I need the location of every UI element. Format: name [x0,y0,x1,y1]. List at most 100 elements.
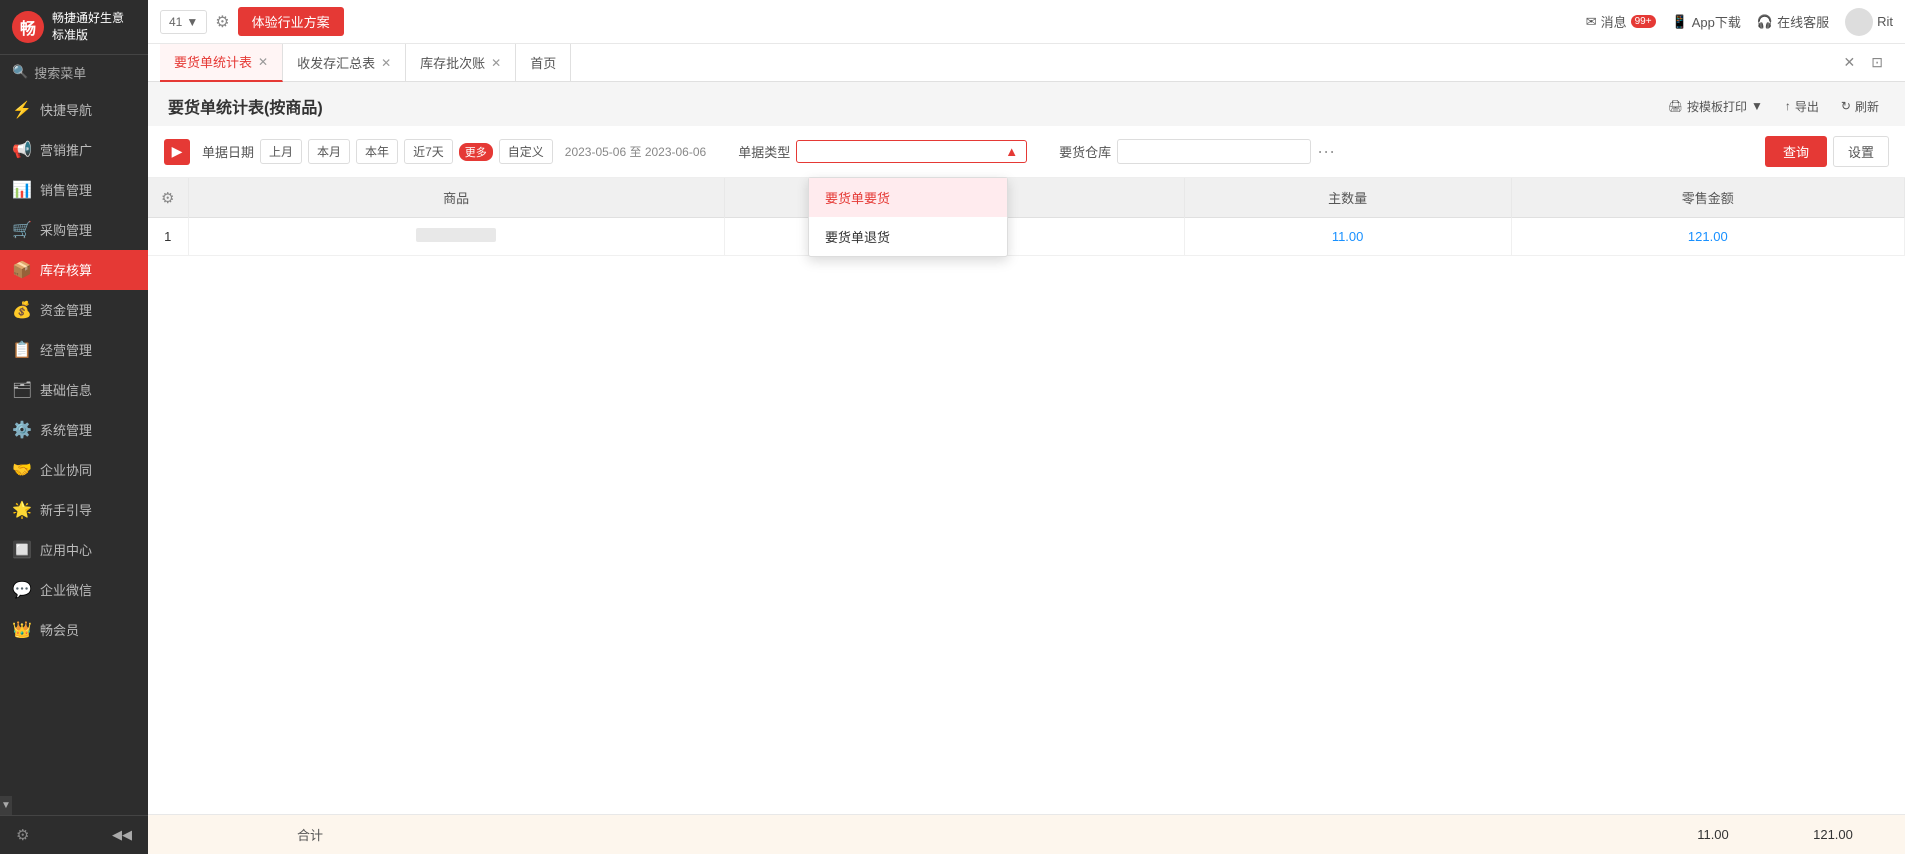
date-this-year-btn[interactable]: 本年 [356,139,398,164]
purchase-icon: 🛒 [12,220,32,240]
sidebar-item-operations[interactable]: 📋 经营管理 [0,330,148,370]
vip-icon: 👑 [12,620,32,640]
table-body: 1 块 11.00 121.00 [148,218,1905,256]
tab-home[interactable]: 首页 [516,44,571,82]
sidebar-label-purchase: 采购管理 [40,220,92,239]
tab-close-receivable-summary[interactable]: ✕ [381,56,391,70]
sidebar-item-base-info[interactable]: 🗂基础信息 [0,370,148,410]
tab-close-all-btn[interactable]: ✕ [1838,52,1862,73]
type-chevron-icon[interactable]: ▲ [1005,144,1018,159]
sidebar-item-guide[interactable]: 🌟 新手引导 [0,490,148,530]
sidebar-label-guide: 新手引导 [40,500,92,519]
messages-btn[interactable]: ✉ 消息 99+ [1586,12,1656,31]
scroll-down-arrow[interactable]: ▼ [0,798,13,813]
enterprise-icon: 🤝 [12,460,32,480]
date-custom-btn[interactable]: 自定义 [499,139,553,164]
sidebar-item-app-center[interactable]: 🔲应用中心 [0,530,148,570]
tab-inventory-batch[interactable]: 库存批次账✕ [406,44,516,82]
sidebar-search[interactable]: 🔍 搜索菜单 [0,55,148,90]
col-sale-amount: 零售金额 [1511,178,1904,218]
tab-receivable-summary[interactable]: 收发存汇总表 ✕ [283,44,406,82]
user-menu[interactable]: Rit [1845,8,1893,36]
online-service-btn[interactable]: 🎧 在线客服 [1757,12,1829,31]
export-btn[interactable]: ↑ 导出 [1779,96,1825,117]
corp-wechat-icon: 💬 [12,580,32,600]
sidebar-item-marketing[interactable]: 📢营销推广 [0,130,148,170]
refresh-btn[interactable]: ↻ 刷新 [1835,96,1885,117]
sidebar-label-marketing: 营销推广 [40,140,92,159]
filter-bar: ▶ 单据日期 上月 本月 本年 近7天 更多 自定义 2023-05-06 至 … [148,126,1905,178]
trial-btn[interactable]: 体验行业方案 [238,7,344,36]
settings-btn[interactable]: 设置 [1833,136,1889,167]
scroll-indicator: ▼ [0,796,12,815]
print-template-btn[interactable]: 🖨 按模板打印 ▼ [1662,96,1769,117]
table-header: ⚙ 商品 主计量单位 主数量 零售金额 [148,178,1905,218]
tab-label-receivable-summary: 收发存汇总表 [297,53,375,72]
sidebar-label-finance: 资金管理 [40,300,92,319]
footer-sale-amount: 121.00 [1773,827,1893,842]
date-this-month-btn[interactable]: 本月 [308,139,350,164]
sidebar-item-finance[interactable]: 💰资金管理 [0,290,148,330]
search-icon: 🔍 [12,64,28,80]
guide-icon: 🌟 [12,500,32,520]
type-input[interactable] [805,144,1005,159]
header-gear-icon[interactable]: ⚙ [215,12,229,32]
filter-actions: 查询 设置 [1765,136,1889,167]
tab-expand-btn[interactable]: ⊡ [1865,52,1889,73]
sidebar-footer: ⚙ ◀◀ [0,815,148,854]
tab-close-order-stats[interactable]: ✕ [258,55,268,69]
date-last-7-days-btn[interactable]: 近7天 [404,139,453,164]
tab-order-stats[interactable]: 要货单统计表 ✕ [160,44,283,82]
sidebar-item-purchase[interactable]: 🛒 采购管理 [0,210,148,250]
filter-expand-btn[interactable]: ▶ [164,139,190,165]
data-table: ⚙ 商品 主计量单位 主数量 零售金额 1 块 11.00 121.00 [148,178,1905,256]
dropdown-item-order-goods[interactable]: 要货单要货 [809,178,1007,217]
company-dropdown[interactable]: 41 ▼ [160,10,207,34]
sidebar-item-enterprise[interactable]: 🤝企业协同 [0,450,148,490]
print-icon: 🖨 [1668,99,1683,113]
sidebar-item-vip[interactable]: 👑 畅会员 [0,610,148,650]
type-select[interactable]: ▲ [796,140,1027,163]
sidebar-label-operations: 经营管理 [40,340,92,359]
date-more-btn[interactable]: 更多 [459,143,493,161]
date-filter-group: 单据日期 上月 本月 本年 近7天 更多 自定义 [202,139,553,164]
tab-label-order-stats: 要货单统计表 [174,52,252,71]
table-settings-icon[interactable]: ⚙ [161,190,174,207]
sidebar-collapse-btn[interactable]: ◀◀ [112,827,132,843]
table-footer: 合计 11.00 121.00 [148,814,1905,854]
col-product: 商品 [188,178,724,218]
date-last-month-btn[interactable]: 上月 [260,139,302,164]
cell-product [188,218,724,256]
sidebar-item-inventory[interactable]: 📦库存核算 [0,250,148,290]
app-center-icon: 🔲 [12,540,32,560]
sidebar-logo: 畅 畅捷通好生意 标准版 [0,0,148,55]
sidebar-label-sales: 销售管理 [40,180,92,199]
system-icon: ⚙️ [12,420,32,440]
sidebar-label-vip: 畅会员 [40,620,79,639]
app-header: 41 ▼ ⚙ 体验行业方案 ✉ 消息 99+ 📱 App下载 🎧 在线客服 R [148,0,1905,44]
footer-quantity: 11.00 [1653,827,1773,842]
sidebar-item-sales[interactable]: 📊销售管理 [0,170,148,210]
inventory-icon: 📦 [12,260,32,280]
date-range-display: 2023-05-06 至 2023-06-06 [565,143,706,160]
operations-icon: 📋 [12,340,32,360]
sidebar-item-system[interactable]: ⚙️系统管理 [0,410,148,450]
warehouse-more-icon[interactable]: ··· [1317,141,1335,162]
cell-sale-amount: 121.00 [1511,218,1904,256]
sidebar-item-corp-wechat[interactable]: 💬企业微信 [0,570,148,610]
sidebar-item-quick-nav[interactable]: ⚡快捷导航 [0,90,148,130]
sidebar: 畅 畅捷通好生意 标准版 🔍 搜索菜单 ⚡快捷导航📢营销推广📊销售管理 🛒 采购管理… [0,0,148,854]
app-download-btn[interactable]: 📱 App下载 [1672,12,1741,31]
type-dropdown-popup: 要货单要货要货单退货 [808,177,1008,257]
sidebar-settings-icon[interactable]: ⚙ [16,826,29,844]
header-right: ✉ 消息 99+ 📱 App下载 🎧 在线客服 Rit [1586,8,1893,36]
query-btn[interactable]: 查询 [1765,136,1827,167]
tab-close-inventory-batch[interactable]: ✕ [491,56,501,70]
header-left: 41 ▼ ⚙ 体验行业方案 [160,7,344,36]
quick-nav-icon: ⚡ [12,100,32,120]
logo-text: 畅捷通好生意 标准版 [52,10,124,44]
dropdown-item-order-return[interactable]: 要货单退货 [809,217,1007,256]
warehouse-input[interactable] [1117,139,1311,164]
table-row: 1 块 11.00 121.00 [148,218,1905,256]
table-container: ⚙ 商品 主计量单位 主数量 零售金额 1 块 11.00 121.00 [148,178,1905,814]
